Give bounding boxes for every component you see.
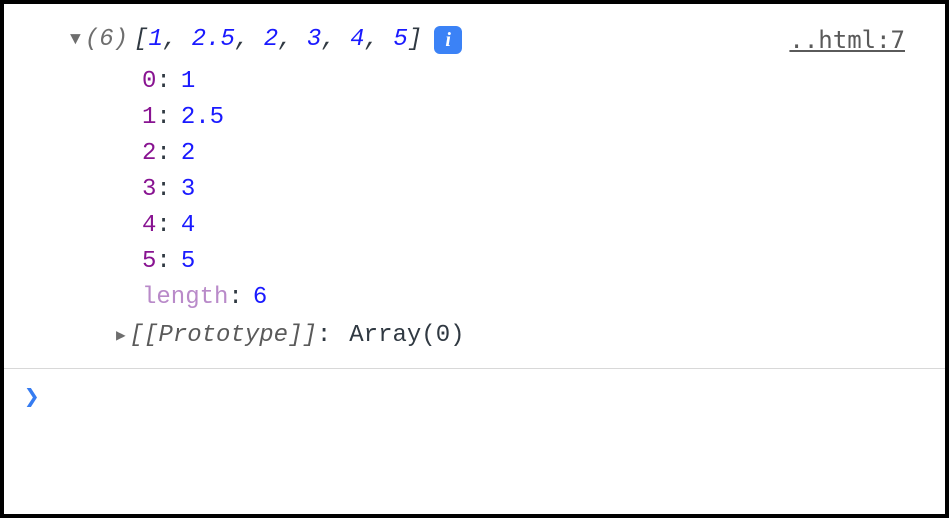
info-icon[interactable]: i bbox=[434, 26, 462, 54]
array-entry[interactable]: 4:4 bbox=[142, 208, 915, 244]
entry-value: 2 bbox=[181, 136, 195, 172]
array-entry[interactable]: 3:3 bbox=[142, 172, 915, 208]
entry-index: 4 bbox=[142, 208, 156, 244]
entry-index: 2 bbox=[142, 136, 156, 172]
entry-index: 5 bbox=[142, 244, 156, 280]
prototype-value: Array(0) bbox=[349, 318, 464, 354]
array-entries: 0:1 1:2.5 2:2 3:3 4:4 5:5 length:6 bbox=[142, 64, 915, 316]
array-entry[interactable]: 0:1 bbox=[142, 64, 915, 100]
length-entry[interactable]: length:6 bbox=[142, 280, 915, 316]
length-value: 6 bbox=[253, 280, 267, 316]
array-count: (6) bbox=[85, 22, 128, 58]
console-prompt-row[interactable]: ❯ bbox=[4, 368, 945, 418]
entry-index: 1 bbox=[142, 100, 156, 136]
entry-index: 0 bbox=[142, 64, 156, 100]
entry-index: 3 bbox=[142, 172, 156, 208]
expand-toggle-icon[interactable]: ▼ bbox=[70, 27, 81, 54]
collapse-toggle-icon[interactable]: ▶ bbox=[116, 324, 126, 348]
length-key: length bbox=[142, 280, 228, 316]
entry-value: 5 bbox=[181, 244, 195, 280]
entry-value: 4 bbox=[181, 208, 195, 244]
array-entry[interactable]: 5:5 bbox=[142, 244, 915, 280]
array-entry[interactable]: 1:2.5 bbox=[142, 100, 915, 136]
array-summary-row[interactable]: ▼ (6) [1, 2.5, 2, 3, 4, 5] i ..html:7 bbox=[70, 22, 915, 58]
entry-value: 2.5 bbox=[181, 100, 224, 136]
entry-value: 3 bbox=[181, 172, 195, 208]
prompt-icon: ❯ bbox=[24, 383, 40, 413]
prototype-row[interactable]: ▶ [[Prototype]]:Array(0) bbox=[116, 318, 915, 354]
entry-value: 1 bbox=[181, 64, 195, 100]
prototype-key: [[Prototype]] bbox=[130, 318, 317, 354]
array-entry[interactable]: 2:2 bbox=[142, 136, 915, 172]
array-inline-values: [1, 2.5, 2, 3, 4, 5] bbox=[134, 22, 422, 58]
source-link[interactable]: ..html:7 bbox=[789, 22, 915, 58]
